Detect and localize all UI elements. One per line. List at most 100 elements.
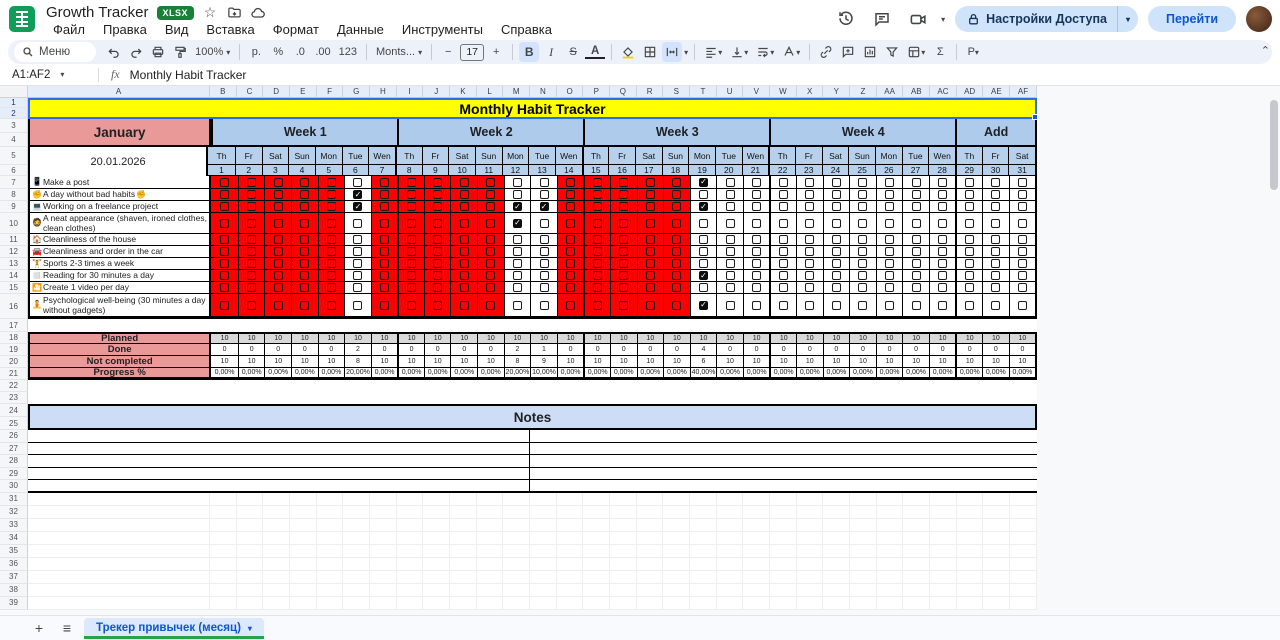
grid-cell[interactable] [770,583,797,596]
avatar[interactable] [1246,6,1272,32]
habit-cell-d11[interactable] [477,294,504,317]
habit-cell-d24[interactable] [822,176,850,189]
summary-cell-d5[interactable]: 10 [317,356,345,368]
grid-cell[interactable] [610,531,637,544]
habit-cell-d23[interactable] [796,213,823,234]
col-header-T[interactable]: T [690,86,717,98]
day-name-6[interactable]: Tue [341,147,369,165]
habit-cell-d28[interactable] [928,270,956,282]
habit-cell-d10[interactable] [450,213,478,234]
habit-cell-d25[interactable] [849,294,876,317]
habit-cell-d26[interactable] [875,258,903,270]
checkbox-unchecked[interactable] [433,177,443,187]
grid-cell[interactable] [370,596,397,609]
grid-cell[interactable] [983,570,1011,583]
checkbox-unchecked[interactable] [300,247,310,256]
grid-cell[interactable] [210,492,237,505]
habit-cell-d9[interactable] [423,282,451,294]
col-header-M[interactable]: M [503,86,531,98]
checkbox-unchecked[interactable] [645,235,655,244]
habit-cell-d27[interactable] [902,213,929,234]
checkbox-unchecked[interactable] [619,235,629,244]
row-header-13[interactable]: 13 [0,258,28,270]
grid-cell[interactable] [343,583,371,596]
checkbox-unchecked[interactable] [353,259,363,268]
grid-cell[interactable] [263,557,291,570]
habit-cell-d6[interactable] [344,258,371,270]
habit-cell-d20[interactable] [716,176,743,189]
grid-cell[interactable] [743,544,771,557]
day-number-31[interactable]: 31 [1008,165,1035,176]
habit-cell-d24[interactable] [822,234,850,246]
checkbox-unchecked[interactable] [645,271,655,280]
grid-cell[interactable] [690,531,717,544]
day-number-28[interactable]: 28 [928,165,955,176]
habit-cell-d11[interactable] [477,234,504,246]
grid-cell[interactable] [28,557,210,570]
summary-cell-d17[interactable]: 0 [636,344,664,356]
grid-cell[interactable] [423,596,451,609]
habit-cell-d5[interactable] [317,258,345,270]
checkbox-unchecked[interactable] [300,218,310,228]
day-number-27[interactable]: 27 [901,165,929,176]
grid-cell[interactable] [610,557,637,570]
checkbox-unchecked[interactable] [539,259,549,268]
checkbox-unchecked[interactable] [858,235,868,244]
day-name-19[interactable]: Mon [688,147,715,165]
grid-cell[interactable] [397,492,424,505]
grid-cell[interactable] [290,544,317,557]
day-number-25[interactable]: 25 [848,165,875,176]
checkbox-unchecked[interactable] [725,300,735,310]
checkbox-unchecked[interactable] [593,271,603,280]
summary-cell-d20[interactable]: 0 [716,344,743,356]
day-number-9[interactable]: 9 [421,165,449,176]
summary-cell-d9[interactable]: 10 [423,334,451,344]
add-sheet-button[interactable]: + [28,617,50,639]
habit-cell-d6[interactable]: ✓ [344,189,371,201]
checkbox-unchecked[interactable] [938,300,948,310]
grid-cell[interactable] [770,570,797,583]
checkbox-unchecked[interactable] [486,190,496,199]
habit-cell-d29[interactable] [955,258,983,270]
checkbox-unchecked[interactable] [273,235,283,244]
checkbox-unchecked[interactable] [512,283,522,292]
day-name-8[interactable]: Th [394,147,422,165]
vertical-align-button[interactable]: ▾ [727,42,751,62]
notes-cell-right[interactable] [530,443,1037,455]
grid-cell[interactable] [423,518,451,531]
col-header-N[interactable]: N [530,86,557,98]
row-header-8[interactable]: 8 [0,189,28,201]
grid-cell[interactable] [637,492,664,505]
checkbox-unchecked[interactable] [938,218,948,228]
grid-cell[interactable] [823,518,851,531]
checkbox-unchecked[interactable] [885,271,895,280]
grid-cell[interactable] [770,518,797,531]
notes-cell-left[interactable] [28,480,530,491]
col-header-AB[interactable]: AB [903,86,931,98]
paint-format-icon[interactable] [170,42,190,62]
row-header-18[interactable]: 18 [0,332,28,344]
habit-cell-d19[interactable]: ✓ [689,294,717,317]
text-rotation-button[interactable]: ▾ [779,42,803,62]
italic-button[interactable]: I [541,42,561,62]
summary-cell-d7[interactable]: 10 [370,334,398,344]
checkbox-unchecked[interactable] [858,177,868,187]
meet-caret-icon[interactable]: ▾ [941,15,945,24]
insert-link-button[interactable] [816,42,836,62]
checkbox-unchecked[interactable] [965,300,975,310]
habit-cell-d10[interactable] [450,201,478,213]
checkbox-unchecked[interactable] [725,177,735,187]
grid-cell[interactable] [823,596,851,609]
habit-cell-d1[interactable] [211,270,238,282]
habit-cell-d26[interactable] [875,246,903,258]
grid-cell[interactable] [530,492,557,505]
habit-cell-d27[interactable] [902,258,929,270]
summary-cell-d3[interactable]: 0 [264,344,292,356]
print-icon[interactable] [148,42,168,62]
grid-cell[interactable] [610,505,637,518]
summary-cell-d6[interactable]: 8 [344,356,371,368]
row-header-29[interactable]: 29 [0,467,28,480]
grid-cell[interactable] [317,596,344,609]
habit-cell-d23[interactable] [796,282,823,294]
undo-button[interactable] [104,42,124,62]
